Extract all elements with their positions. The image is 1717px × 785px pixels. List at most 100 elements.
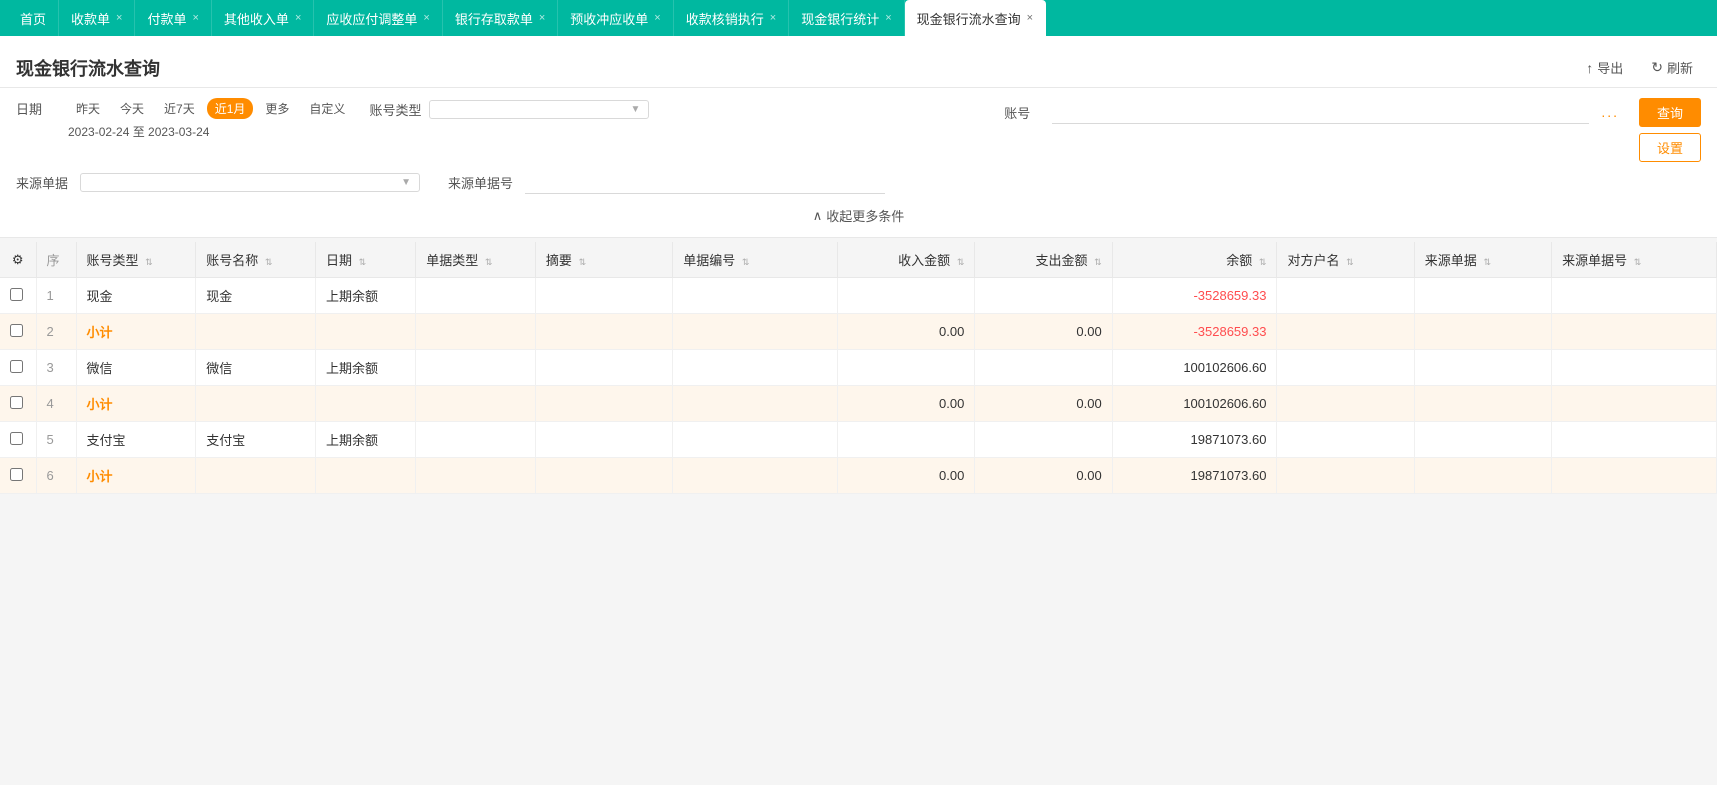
col-summary[interactable]: 摘要 ⇅ — [535, 242, 672, 278]
row-checkbox[interactable] — [0, 386, 36, 422]
date-week[interactable]: 近7天 — [156, 98, 203, 119]
row-num: 6 — [36, 458, 76, 494]
account-type-select[interactable]: ▼ — [429, 100, 649, 119]
row-checkbox[interactable] — [0, 314, 36, 350]
row-summary — [535, 350, 672, 386]
nav-cash-bank-stats[interactable]: 现金银行统计 × — [789, 0, 904, 36]
row-counterparty — [1277, 350, 1414, 386]
row-num: 4 — [36, 386, 76, 422]
col-balance[interactable]: 余额 ⇅ — [1112, 242, 1277, 278]
account-type-arrow-icon: ▼ — [631, 104, 641, 115]
refresh-button[interactable]: ↻ 刷新 — [1643, 54, 1701, 81]
row-summary — [535, 458, 672, 494]
row-doc-type — [416, 278, 536, 314]
table-row[interactable]: 5 支付宝 支付宝 上期余额 19871073.60 — [0, 422, 1717, 458]
row-checkbox[interactable] — [0, 350, 36, 386]
nav-payment[interactable]: 付款单 × — [135, 0, 211, 36]
setting-button[interactable]: 设置 — [1639, 133, 1701, 162]
account-more-button[interactable]: ... — [1597, 104, 1623, 120]
table-row[interactable]: 6 小计 0.00 0.00 19871073.60 — [0, 458, 1717, 494]
source-doc-label: 来源单据 — [16, 173, 68, 192]
row-counterparty — [1277, 422, 1414, 458]
row-date: 上期余额 — [315, 350, 415, 386]
nav-advance-receipt[interactable]: 预收冲应收单 × — [558, 0, 673, 36]
col-counterparty[interactable]: 对方户名 ⇅ — [1277, 242, 1414, 278]
row-balance: 100102606.60 — [1112, 350, 1277, 386]
row-account-name — [196, 314, 316, 350]
row-doc-type — [416, 350, 536, 386]
date-more[interactable]: 更多 — [257, 98, 297, 119]
sort-account-name-icon: ⇅ — [265, 257, 273, 268]
collapse-bar[interactable]: ∧ 收起更多条件 — [16, 202, 1701, 229]
col-account-type[interactable]: 账号类型 ⇅ — [76, 242, 196, 278]
row-expense — [975, 278, 1112, 314]
table-row[interactable]: 4 小计 0.00 0.00 100102606.60 — [0, 386, 1717, 422]
source-doc-select[interactable]: ▼ — [80, 173, 420, 192]
row-doc-number — [673, 278, 838, 314]
row-doc-number — [673, 350, 838, 386]
row-checkbox[interactable] — [0, 422, 36, 458]
row-summary — [535, 314, 672, 350]
date-yesterday[interactable]: 昨天 — [68, 98, 108, 119]
date-month[interactable]: 近1月 — [207, 98, 254, 119]
row-account-type: 微信 — [76, 350, 196, 386]
account-type-label: 账号类型 — [369, 100, 421, 119]
sort-expense-icon: ⇅ — [1094, 257, 1102, 268]
table-row[interactable]: 3 微信 微信 上期余额 100102606.60 — [0, 350, 1717, 386]
col-income[interactable]: 收入金额 ⇅ — [838, 242, 975, 278]
row-doc-number — [673, 422, 838, 458]
row-account-name: 现金 — [196, 278, 316, 314]
col-source-doc-num[interactable]: 来源单据号 ⇅ — [1552, 242, 1717, 278]
row-source-doc — [1414, 278, 1551, 314]
close-other-income-icon[interactable]: × — [295, 12, 301, 24]
close-bank-deposit-icon[interactable]: × — [539, 12, 545, 24]
nav-ar-ap-adjust[interactable]: 应收应付调整单 × — [314, 0, 442, 36]
row-account-name: 微信 — [196, 350, 316, 386]
col-doc-number[interactable]: 单据编号 ⇅ — [673, 242, 838, 278]
row-summary — [535, 422, 672, 458]
account-input[interactable] — [1052, 100, 1589, 124]
row-expense: 0.00 — [975, 386, 1112, 422]
nav-receipt[interactable]: 收款单 × — [59, 0, 135, 36]
sort-counterparty-icon: ⇅ — [1346, 257, 1354, 268]
close-receipt-icon[interactable]: × — [116, 12, 122, 24]
collapse-up-icon: ∧ — [813, 208, 823, 224]
nav-collection-execute[interactable]: 收款核销执行 × — [674, 0, 789, 36]
table-row[interactable]: 1 现金 现金 上期余额 -3528659.33 — [0, 278, 1717, 314]
row-source-doc-num — [1552, 422, 1717, 458]
sort-doc-type-icon: ⇅ — [485, 257, 493, 268]
nav-cash-bank-flow[interactable]: 现金银行流水查询 × — [905, 0, 1046, 36]
date-custom[interactable]: 自定义 — [301, 98, 353, 119]
table-settings-col[interactable]: ⚙ — [0, 242, 36, 278]
nav-home[interactable]: 首页 — [8, 0, 59, 36]
table-row[interactable]: 2 小计 0.00 0.00 -3528659.33 — [0, 314, 1717, 350]
date-label: 日期 — [16, 99, 56, 118]
nav-other-income[interactable]: 其他收入单 × — [212, 0, 314, 36]
row-checkbox[interactable] — [0, 278, 36, 314]
close-ar-ap-icon[interactable]: × — [423, 12, 429, 24]
nav-bank-deposit[interactable]: 银行存取款单 × — [443, 0, 558, 36]
row-checkbox[interactable] — [0, 458, 36, 494]
close-payment-icon[interactable]: × — [192, 12, 198, 24]
row-source-doc-num — [1552, 314, 1717, 350]
close-advance-icon[interactable]: × — [654, 12, 660, 24]
col-date[interactable]: 日期 ⇅ — [315, 242, 415, 278]
row-date: 上期余额 — [315, 422, 415, 458]
row-summary — [535, 386, 672, 422]
row-counterparty — [1277, 458, 1414, 494]
source-doc-num-input[interactable] — [525, 170, 885, 194]
col-doc-type[interactable]: 单据类型 ⇅ — [416, 242, 536, 278]
col-source-doc[interactable]: 来源单据 ⇅ — [1414, 242, 1551, 278]
row-account-name: 支付宝 — [196, 422, 316, 458]
col-account-name[interactable]: 账号名称 ⇅ — [196, 242, 316, 278]
export-button[interactable]: ↑ 导出 — [1578, 54, 1631, 81]
row-doc-type — [416, 422, 536, 458]
query-button[interactable]: 查询 — [1639, 98, 1701, 127]
close-flow-icon[interactable]: × — [1027, 12, 1033, 24]
close-stats-icon[interactable]: × — [885, 12, 891, 24]
col-expense[interactable]: 支出金额 ⇅ — [975, 242, 1112, 278]
date-today[interactable]: 今天 — [112, 98, 152, 119]
row-expense — [975, 422, 1112, 458]
row-date — [315, 386, 415, 422]
close-collect-icon[interactable]: × — [770, 12, 776, 24]
